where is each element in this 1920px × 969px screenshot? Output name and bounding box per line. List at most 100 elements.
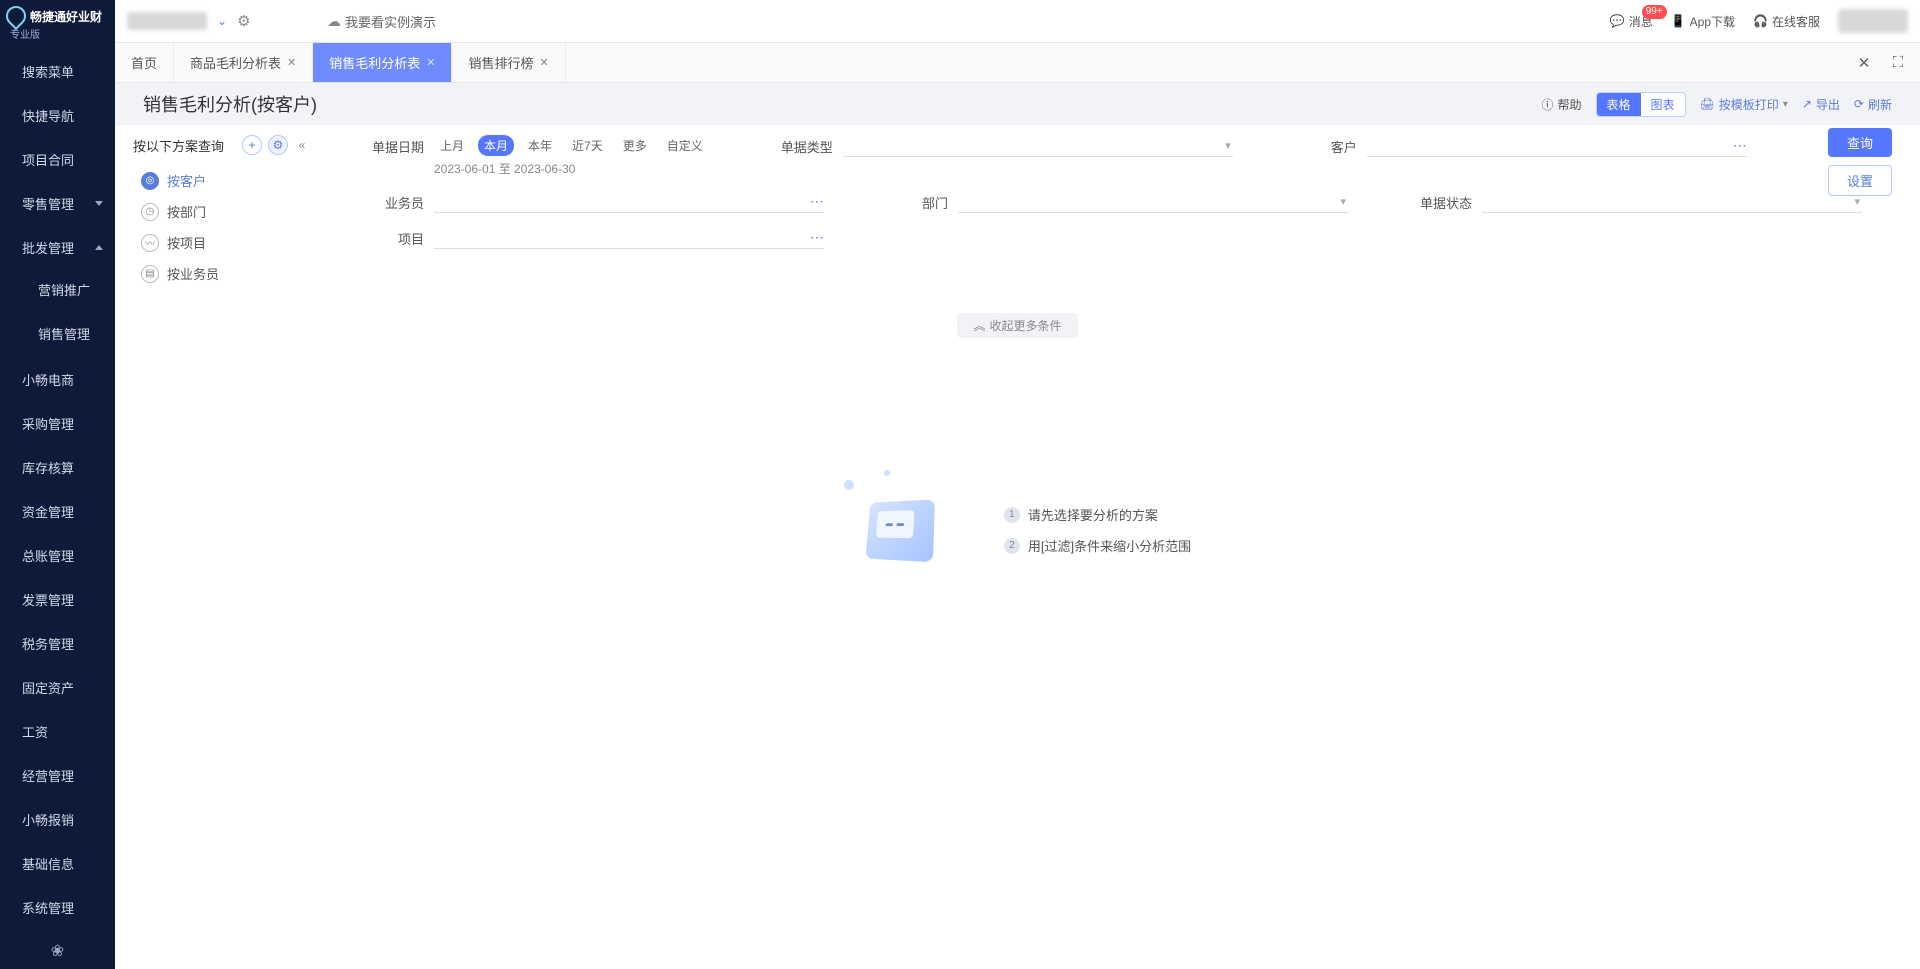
- collapse-filters-button[interactable]: ︽ 收起更多条件: [957, 313, 1077, 338]
- sidebar-item-expense[interactable]: 小畅报销: [0, 797, 115, 841]
- date-opt-last7[interactable]: 近7天: [566, 135, 609, 156]
- help-button[interactable]: ⓘ帮助: [1542, 96, 1582, 113]
- segment-table[interactable]: 表格: [1597, 93, 1641, 116]
- filter-sales: 业务员 ⋯: [360, 191, 824, 213]
- tab-product-profit[interactable]: 商品毛利分析表✕: [174, 43, 313, 82]
- sidebar-item-tax[interactable]: 税务管理: [0, 621, 115, 665]
- customer-service-button[interactable]: 🎧 在线客服: [1753, 13, 1820, 30]
- page-toolbar: ⓘ帮助 表格 图表 🖨按模板打印▾ ↗导出 ⟳刷新: [1542, 92, 1893, 117]
- sidebar-label: 总账管理: [22, 546, 74, 565]
- sidebar-item-wholesale[interactable]: 批发管理: [0, 225, 115, 269]
- sidebar-item-project-contract[interactable]: 项目合同: [0, 137, 115, 181]
- sidebar-label: 经营管理: [22, 766, 74, 785]
- date-label: 单据日期: [360, 135, 424, 156]
- close-all-icon[interactable]: ✕: [1852, 51, 1876, 75]
- step-text: 用[过滤]条件来缩小分析范围: [1028, 536, 1191, 555]
- sidebar-item-ledger[interactable]: 总账管理: [0, 533, 115, 577]
- scheme-by-sales[interactable]: ▤按业务员: [115, 258, 320, 289]
- list-icon: ▤: [141, 265, 159, 283]
- tab-sales-rank[interactable]: 销售排行榜✕: [452, 43, 565, 82]
- chevron-down-icon: ▾: [1225, 139, 1231, 152]
- date-range-text: 2023-06-01 至 2023-06-30: [434, 160, 709, 177]
- customer-input[interactable]: ⋯: [1367, 135, 1747, 157]
- tab-home[interactable]: 首页: [115, 43, 174, 82]
- sidebar-item-basic-info[interactable]: 基础信息: [0, 841, 115, 885]
- sidebar-label: 系统管理: [22, 898, 74, 917]
- chevron-down-icon: ▾: [1854, 195, 1860, 208]
- sidebar-item-business[interactable]: 经营管理: [0, 753, 115, 797]
- scheme-by-dept[interactable]: ◷按部门: [115, 196, 320, 227]
- sidebar-item-retail[interactable]: 零售管理: [0, 181, 115, 225]
- scheme-title: 按以下方案查询: [133, 136, 236, 155]
- dept-select[interactable]: ▾: [958, 191, 1348, 213]
- export-button[interactable]: ↗导出: [1802, 96, 1840, 113]
- org-name-blurred: [127, 12, 207, 30]
- sidebar-item-quicknav[interactable]: 快捷导航: [0, 93, 115, 137]
- sidebar-item-purchase[interactable]: 采购管理: [0, 401, 115, 445]
- scheme-by-customer[interactable]: ◎按客户: [115, 165, 320, 196]
- tab-sales-profit[interactable]: 销售毛利分析表✕: [313, 43, 452, 82]
- demo-text: 我要看实例演示: [345, 12, 436, 31]
- settings-button[interactable]: 设置: [1828, 165, 1892, 196]
- collapse-scheme-icon[interactable]: «: [294, 137, 310, 153]
- sidebar-label: 零售管理: [22, 194, 74, 213]
- sidebar-sub-sales[interactable]: 销售管理: [0, 313, 115, 357]
- tab-label: 首页: [131, 53, 157, 72]
- sidebar-item-funds[interactable]: 资金管理: [0, 489, 115, 533]
- fullscreen-icon[interactable]: ⛶: [1886, 51, 1910, 75]
- gear-icon[interactable]: ⚙: [237, 12, 250, 30]
- type-select[interactable]: ▾: [843, 135, 1233, 157]
- print-button[interactable]: 🖨按模板打印▾: [1700, 96, 1788, 113]
- scheme-label: 按客户: [167, 171, 206, 190]
- refresh-button[interactable]: ⟳刷新: [1854, 96, 1892, 113]
- close-icon[interactable]: ✕: [287, 56, 296, 69]
- print-icon: 🖨: [1700, 97, 1715, 111]
- sidebar-settings-icon[interactable]: ❀: [0, 941, 115, 961]
- scheme-settings-button[interactable]: ⚙: [268, 135, 288, 155]
- date-opt-custom[interactable]: 自定义: [661, 135, 709, 156]
- sidebar-item-fixed-asset[interactable]: 固定资产: [0, 665, 115, 709]
- collapse-label: 收起更多条件: [990, 317, 1062, 334]
- sidebar-item-system[interactable]: 系统管理: [0, 885, 115, 929]
- date-opt-more[interactable]: 更多: [617, 135, 653, 156]
- empty-state: 1请先选择要分析的方案 2用[过滤]条件来缩小分析范围: [115, 470, 1920, 590]
- step-num-icon: 2: [1004, 538, 1020, 554]
- messages-button[interactable]: 💬 消息 99+: [1610, 13, 1653, 30]
- scheme-by-project[interactable]: 〰按项目: [115, 227, 320, 258]
- add-scheme-button[interactable]: +: [242, 135, 262, 155]
- demo-link[interactable]: ☁ 我要看实例演示: [327, 12, 436, 31]
- filter-actions: 查询 设置: [1828, 128, 1892, 196]
- help-label: 帮助: [1558, 96, 1582, 113]
- sidebar-label: 小畅报销: [22, 810, 74, 829]
- sidebar-sub-marketing[interactable]: 营销推广: [0, 269, 115, 313]
- badge: 99+: [1642, 5, 1667, 19]
- sidebar-item-invoice[interactable]: 发票管理: [0, 577, 115, 621]
- org-selector[interactable]: ⌄ ⚙: [127, 12, 327, 30]
- date-opt-lastmonth[interactable]: 上月: [434, 135, 470, 156]
- scheme-label: 按部门: [167, 202, 206, 221]
- more-icon[interactable]: ⋯: [810, 193, 824, 210]
- more-icon[interactable]: ⋯: [810, 229, 824, 246]
- sidebar-label: 批发管理: [22, 238, 74, 257]
- sidebar-label: 固定资产: [22, 678, 74, 697]
- logo-text: 畅捷通好业财: [30, 8, 102, 25]
- filter-type: 单据类型 ▾: [769, 135, 1233, 157]
- sidebar-item-salary[interactable]: 工资: [0, 709, 115, 753]
- sidebar-item-ecommerce[interactable]: 小畅电商: [0, 357, 115, 401]
- close-icon[interactable]: ✕: [540, 56, 549, 69]
- sidebar-item-inventory[interactable]: 库存核算: [0, 445, 115, 489]
- app-download-button[interactable]: 📱 App下载: [1671, 13, 1735, 30]
- more-icon[interactable]: ⋯: [1733, 137, 1747, 154]
- sidebar-item-search[interactable]: 搜索菜单: [0, 49, 115, 93]
- sales-input[interactable]: ⋯: [434, 191, 824, 213]
- date-opt-thismonth[interactable]: 本月: [478, 135, 514, 156]
- segment-chart[interactable]: 图表: [1641, 93, 1685, 116]
- project-label: 项目: [360, 227, 424, 248]
- close-icon[interactable]: ✕: [426, 56, 435, 69]
- project-input[interactable]: ⋯: [434, 227, 824, 249]
- sidebar-label: 采购管理: [22, 414, 74, 433]
- user-avatar-blurred[interactable]: [1838, 9, 1908, 33]
- query-button[interactable]: 查询: [1828, 128, 1892, 157]
- status-select[interactable]: ▾: [1482, 191, 1862, 213]
- date-opt-thisyear[interactable]: 本年: [522, 135, 558, 156]
